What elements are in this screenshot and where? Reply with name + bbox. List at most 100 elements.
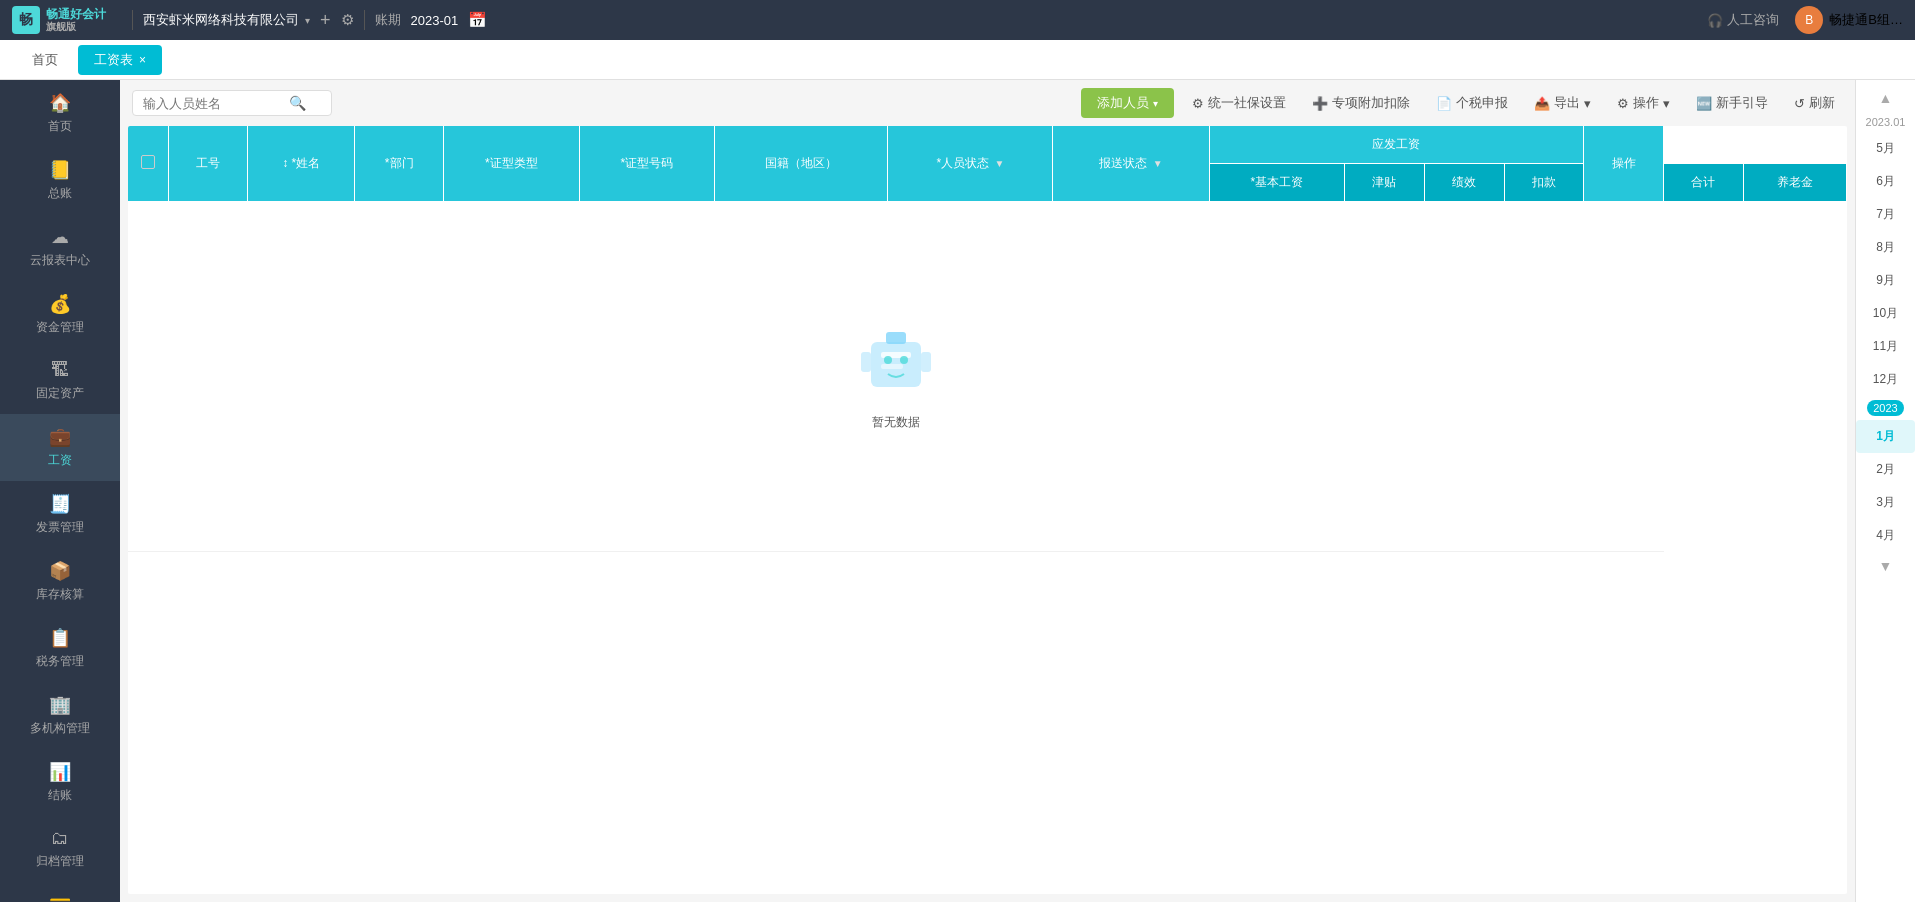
sidebar-label-invoice: 发票管理 <box>36 519 84 536</box>
sidebar-item-inventory[interactable]: 📦 库存核算 <box>0 548 120 615</box>
service-label: 人工咨询 <box>1727 11 1779 29</box>
sidebar-item-close[interactable]: 📊 结账 <box>0 749 120 816</box>
newbie-action[interactable]: 🆕 新手引导 <box>1688 90 1776 116</box>
calendar-down-icon[interactable]: ▼ <box>1873 552 1899 580</box>
calendar-month-1[interactable]: 1月 <box>1856 420 1915 453</box>
funds-icon: 💰 <box>49 293 71 315</box>
sidebar-item-ledger[interactable]: 📒 总账 <box>0 147 120 214</box>
operate-chevron-icon: ▾ <box>1663 96 1670 111</box>
col-dept-header: *部门 <box>355 126 444 201</box>
calendar-month-6[interactable]: 6月 <box>1856 165 1915 198</box>
tax-declare-icon: 📄 <box>1436 96 1452 111</box>
svg-rect-4 <box>861 352 871 372</box>
search-box[interactable]: 🔍 <box>132 90 332 116</box>
sidebar-item-home[interactable]: 🏠 首页 <box>0 80 120 147</box>
tab-close-icon[interactable]: × <box>139 53 146 67</box>
top-divider-2 <box>364 10 365 30</box>
tab-home[interactable]: 首页 <box>16 45 74 75</box>
svg-point-7 <box>900 356 908 364</box>
col-total-header: 合计 <box>1664 164 1744 202</box>
salary-icon: 💼 <box>49 426 71 448</box>
empty-state: 暂无数据 <box>128 262 1664 491</box>
top-bar: 畅 畅通好会计 旗舰版 西安虾米网络科技有限公司 ▾ + ⚙ 账期 2023-0… <box>0 0 1915 40</box>
sidebar-label-archive: 归档管理 <box>36 853 84 870</box>
status-filter-icon[interactable]: ▼ <box>994 158 1004 169</box>
sidebar-item-assets[interactable]: 🏗 固定资产 <box>0 348 120 414</box>
sidebar-label-home: 首页 <box>48 118 72 135</box>
sidebar-label-multi: 多机构管理 <box>30 720 90 737</box>
content-area: 🔍 添加人员 ▾ ⚙ 统一社保设置 ➕ 专项附加扣除 📄 个税申报 <box>120 80 1855 902</box>
select-all-checkbox[interactable] <box>141 155 155 169</box>
empty-row: 暂无数据 <box>128 201 1847 551</box>
add-company-icon[interactable]: + <box>320 10 331 31</box>
operate-action[interactable]: ⚙ 操作 ▾ <box>1609 90 1678 116</box>
table-scroll-area: 工号 ↕ *姓名 *部门 *证型类型 *证型号码 国籍（地区） *人员状态 ▼ … <box>120 126 1855 902</box>
col-status-header: *人员状态 ▼ <box>888 126 1053 201</box>
calendar-month-7[interactable]: 7月 <box>1856 198 1915 231</box>
col-no-header: 工号 <box>168 126 248 201</box>
calendar-year-badge: 2023 <box>1867 400 1903 416</box>
sidebar-item-archive[interactable]: 🗂 归档管理 <box>0 816 120 882</box>
add-person-button[interactable]: 添加人员 ▾ <box>1081 88 1174 118</box>
col-check-header[interactable] <box>128 126 168 201</box>
svg-rect-3 <box>886 332 906 344</box>
sidebar-label-salary: 工资 <box>48 452 72 469</box>
sidebar-item-multi[interactable]: 🏢 多机构管理 <box>0 682 120 749</box>
col-idtype-header: *证型类型 <box>444 126 580 201</box>
refresh-action[interactable]: ↺ 刷新 <box>1786 90 1843 116</box>
tax-declare-action[interactable]: 📄 个税申报 <box>1428 90 1516 116</box>
sidebar-label-inventory: 库存核算 <box>36 586 84 603</box>
calendar-month-2[interactable]: 2月 <box>1856 453 1915 486</box>
newbie-icon: 🆕 <box>1696 96 1712 111</box>
invoice-icon: 🧾 <box>49 493 71 515</box>
col-allowance-header: 津贴 <box>1345 164 1425 202</box>
sidebar-item-salary[interactable]: 💼 工资 <box>0 414 120 481</box>
calendar-month-4[interactable]: 4月 <box>1856 519 1915 552</box>
calendar-up-icon[interactable]: ▲ <box>1873 84 1899 112</box>
settings-icon[interactable]: ⚙ <box>341 11 354 29</box>
archive-icon: 🗂 <box>51 828 69 849</box>
user-area[interactable]: B 畅捷通B组… <box>1795 6 1903 34</box>
newbie-label: 新手引导 <box>1716 94 1768 112</box>
social-settings-action[interactable]: ⚙ 统一社保设置 <box>1184 90 1294 116</box>
calendar-icon[interactable]: 📅 <box>468 11 487 29</box>
export-action[interactable]: 📤 导出 ▾ <box>1526 90 1599 116</box>
col-performance-header: 绩效 <box>1424 164 1504 202</box>
sidebar-item-expense[interactable]: 💳 小畅报销 <box>0 882 120 902</box>
calendar-month-5[interactable]: 5月 <box>1856 132 1915 165</box>
sidebar-label-ledger: 总账 <box>48 185 72 202</box>
service-button[interactable]: 🎧 人工咨询 <box>1707 11 1779 29</box>
tax-declare-label: 个税申报 <box>1456 94 1508 112</box>
logo-icon: 畅 <box>12 6 40 34</box>
calendar-month-3[interactable]: 3月 <box>1856 486 1915 519</box>
calendar-month-9[interactable]: 9月 <box>1856 264 1915 297</box>
calendar-month-12[interactable]: 12月 <box>1856 363 1915 396</box>
cloud-icon: ☁ <box>51 226 69 248</box>
top-divider-1 <box>132 10 133 30</box>
report-filter-icon[interactable]: ▼ <box>1153 158 1163 169</box>
company-selector[interactable]: 西安虾米网络科技有限公司 ▾ <box>143 11 310 29</box>
sidebar-item-invoice[interactable]: 🧾 发票管理 <box>0 481 120 548</box>
search-input[interactable] <box>143 96 283 111</box>
export-chevron-icon: ▾ <box>1584 96 1591 111</box>
operate-icon: ⚙ <box>1617 96 1629 111</box>
col-nation-header: 国籍（地区） <box>715 126 888 201</box>
sidebar-item-tax[interactable]: 📋 税务管理 <box>0 615 120 682</box>
company-dropdown-icon[interactable]: ▾ <box>305 15 310 26</box>
tab-salary[interactable]: 工资表 × <box>78 45 162 75</box>
sidebar-item-cloud[interactable]: ☁ 云报表中心 <box>0 214 120 281</box>
calendar-month-11[interactable]: 11月 <box>1856 330 1915 363</box>
deduct-icon: ➕ <box>1312 96 1328 111</box>
search-icon: 🔍 <box>289 95 306 111</box>
social-settings-label: 统一社保设置 <box>1208 94 1286 112</box>
calendar-month-8[interactable]: 8月 <box>1856 231 1915 264</box>
service-icon: 🎧 <box>1707 13 1723 28</box>
deduct-label: 专项附加扣除 <box>1332 94 1410 112</box>
deduct-action[interactable]: ➕ 专项附加扣除 <box>1304 90 1418 116</box>
calendar-month-10[interactable]: 10月 <box>1856 297 1915 330</box>
tab-salary-label: 工资表 <box>94 51 133 69</box>
home-icon: 🏠 <box>49 92 71 114</box>
toolbar: 🔍 添加人员 ▾ ⚙ 统一社保设置 ➕ 专项附加扣除 📄 个税申报 <box>120 80 1855 126</box>
sidebar-item-funds[interactable]: 💰 资金管理 <box>0 281 120 348</box>
empty-state-icon <box>856 322 936 402</box>
